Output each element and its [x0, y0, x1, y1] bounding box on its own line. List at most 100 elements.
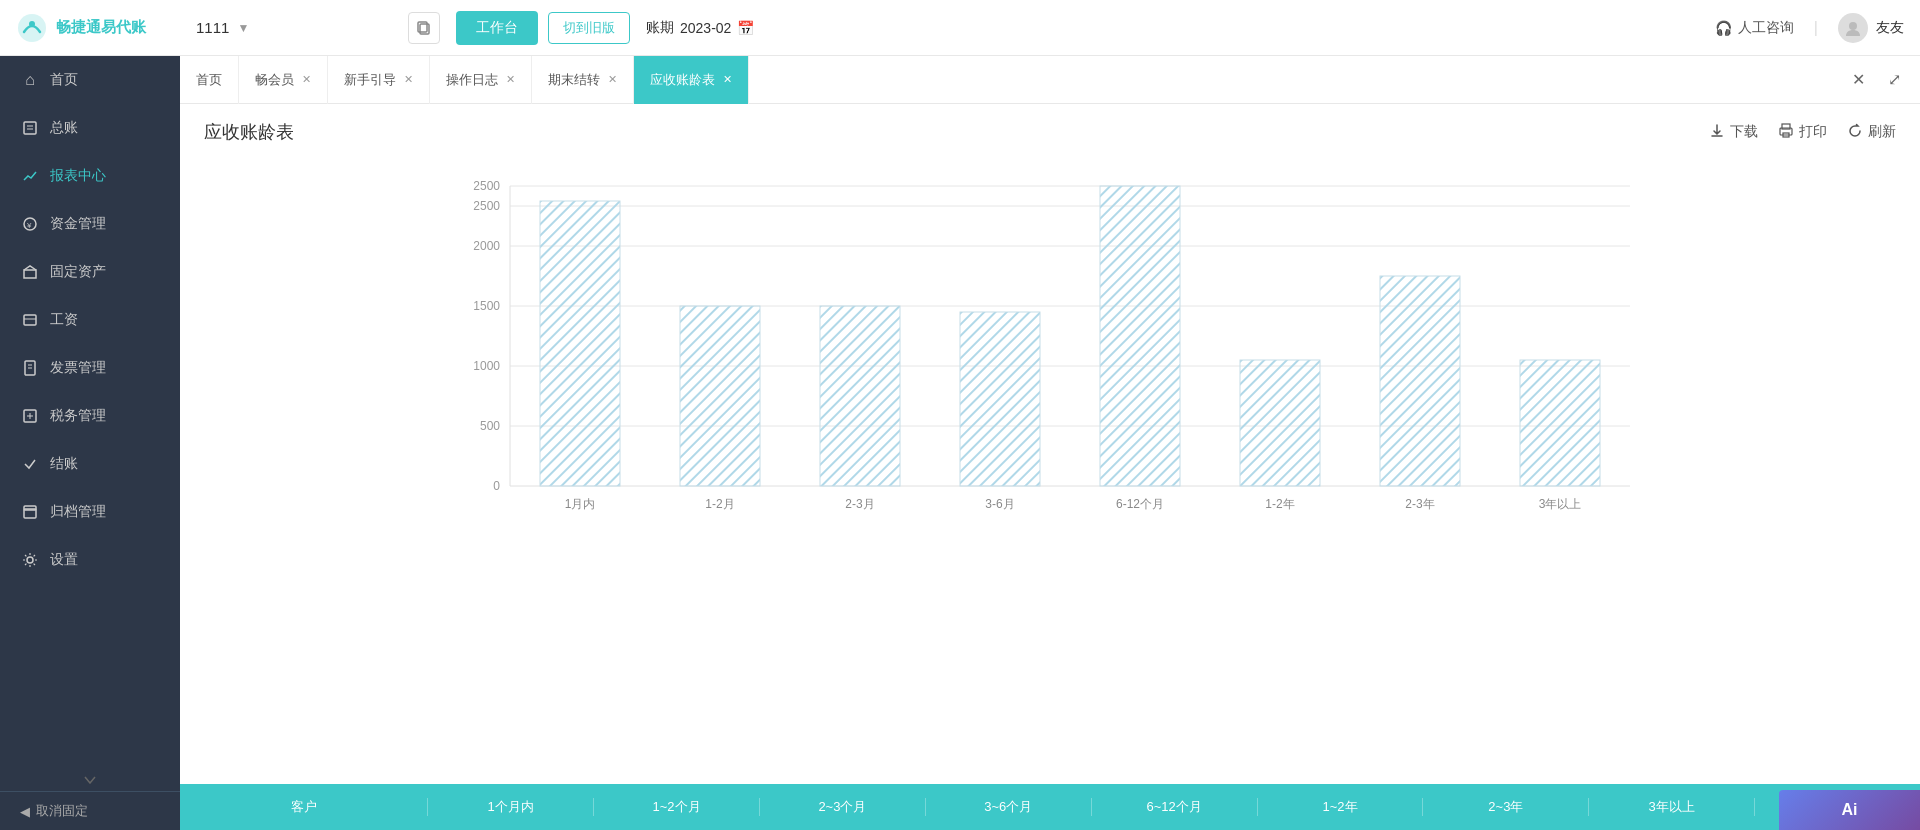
svg-text:2-3年: 2-3年 [1405, 497, 1434, 511]
sidebar-item-label: 工资 [50, 311, 78, 329]
th-6-12month: 6~12个月 [1092, 798, 1258, 816]
divider: | [1814, 19, 1818, 37]
th-1-2month: 1~2个月 [594, 798, 760, 816]
sidebar-item-invoice[interactable]: 发票管理 [0, 344, 180, 392]
sidebar-scroll-down[interactable] [0, 769, 180, 791]
switch-version-button[interactable]: 切到旧版 [548, 12, 630, 44]
header-right: 🎧 人工咨询 | 友友 [1715, 13, 1904, 43]
sidebar-item-label: 设置 [50, 551, 78, 569]
ai-badge[interactable]: Ai [1779, 790, 1920, 830]
svg-rect-41 [540, 201, 620, 486]
pin-icon: ◀ [20, 804, 30, 819]
salary-icon [20, 310, 40, 330]
user-avatar [1838, 13, 1868, 43]
consultation-label: 人工咨询 [1738, 19, 1794, 37]
svg-text:2500: 2500 [473, 179, 500, 193]
svg-rect-43 [680, 306, 760, 486]
sidebar-item-archive[interactable]: 归档管理 [0, 488, 180, 536]
consultation-button[interactable]: 🎧 人工咨询 [1715, 19, 1794, 37]
print-button[interactable]: 打印 [1778, 123, 1827, 142]
svg-text:3年以上: 3年以上 [1539, 497, 1582, 511]
sidebar-item-assets[interactable]: 固定资产 [0, 248, 180, 296]
sidebar-item-funds[interactable]: ¥ 资金管理 [0, 200, 180, 248]
main-layout: ⌂ 首页 总账 报表中心 ¥ 资金管理 [0, 56, 1920, 830]
sidebar-item-label: 资金管理 [50, 215, 106, 233]
user-area[interactable]: 友友 [1838, 13, 1904, 43]
sidebar-scroll: ⌂ 首页 总账 报表中心 ¥ 资金管理 [0, 56, 180, 769]
page-content: 应收账龄表 下载 打印 [180, 104, 1920, 830]
tax-icon [20, 406, 40, 426]
svg-point-4 [1849, 22, 1857, 30]
th-2-3month: 2~3个月 [760, 798, 926, 816]
invoice-icon [20, 358, 40, 378]
svg-rect-51 [1240, 360, 1320, 486]
company-name: 1111 [196, 19, 229, 36]
tab-close-oplog[interactable]: ✕ [506, 73, 515, 86]
tab-label: 首页 [196, 71, 222, 89]
tabs-bar: 首页 畅会员 ✕ 新手引导 ✕ 操作日志 ✕ 期末结转 ✕ 应收账龄表 ✕ [180, 56, 1920, 104]
svg-text:2-3月: 2-3月 [845, 497, 874, 511]
expand-tab-action[interactable]: ⤢ [1880, 66, 1908, 94]
download-label: 下载 [1730, 123, 1758, 141]
settings-icon [20, 550, 40, 570]
sidebar-item-label: 固定资产 [50, 263, 106, 281]
close-tab-action[interactable]: ✕ [1844, 66, 1872, 94]
svg-rect-45 [820, 306, 900, 486]
th-2-3year: 2~3年 [1423, 798, 1589, 816]
tabs-actions: ✕ ⤢ [1844, 66, 1920, 94]
tab-close-member[interactable]: ✕ [302, 73, 311, 86]
svg-text:1500: 1500 [473, 299, 500, 313]
tab-period-close[interactable]: 期末结转 ✕ [532, 56, 634, 104]
tab-close-aging[interactable]: ✕ [723, 73, 732, 86]
svg-text:¥: ¥ [26, 221, 32, 230]
sidebar-item-reports[interactable]: 报表中心 [0, 152, 180, 200]
period-info: 账期 2023-02 📅 [646, 19, 754, 37]
period-value: 2023-02 [680, 20, 731, 36]
sidebar-item-label: 发票管理 [50, 359, 106, 377]
tab-oplog[interactable]: 操作日志 ✕ [430, 56, 532, 104]
page-actions: 下载 打印 刷新 [1709, 123, 1896, 142]
svg-text:6-12个月: 6-12个月 [1116, 497, 1164, 511]
svg-text:1-2月: 1-2月 [705, 497, 734, 511]
sidebar-item-settings[interactable]: 设置 [0, 536, 180, 584]
svg-text:2000: 2000 [473, 239, 500, 253]
home-icon: ⌂ [20, 70, 40, 90]
sidebar-item-ledger[interactable]: 总账 [0, 104, 180, 152]
sidebar-item-label: 归档管理 [50, 503, 106, 521]
tab-close-period-close[interactable]: ✕ [608, 73, 617, 86]
calendar-icon[interactable]: 📅 [737, 20, 754, 36]
sidebar-item-label: 首页 [50, 71, 78, 89]
tab-home[interactable]: 首页 [180, 56, 239, 104]
user-name: 友友 [1876, 19, 1904, 37]
svg-rect-10 [24, 270, 36, 278]
svg-point-1 [29, 21, 35, 27]
tab-label: 畅会员 [255, 71, 294, 89]
archive-icon [20, 502, 40, 522]
tab-member[interactable]: 畅会员 ✕ [239, 56, 328, 104]
chart-wrapper: 0 500 1000 1500 2000 2500 2500 [204, 166, 1896, 526]
sidebar-item-label: 报表中心 [50, 167, 106, 185]
reports-icon [20, 166, 40, 186]
sidebar-item-label: 税务管理 [50, 407, 106, 425]
logo-text: 畅捷通易代账 [56, 18, 146, 37]
logo-area: 畅捷通易代账 [16, 12, 196, 44]
tab-close-guide[interactable]: ✕ [404, 73, 413, 86]
period-label: 账期 [646, 19, 674, 37]
sidebar-item-label: 结账 [50, 455, 78, 473]
sidebar-item-salary[interactable]: 工资 [0, 296, 180, 344]
sidebar-item-checkout[interactable]: 结账 [0, 440, 180, 488]
th-3year-plus: 3年以上 [1589, 798, 1755, 816]
sidebar-item-tax[interactable]: 税务管理 [0, 392, 180, 440]
company-selector[interactable]: 1111 ▼ [196, 19, 396, 36]
copy-icon-btn[interactable] [408, 12, 440, 44]
cancel-fixed-button[interactable]: ◀ 取消固定 [0, 791, 180, 830]
svg-text:1-2年: 1-2年 [1265, 497, 1294, 511]
sidebar-item-home[interactable]: ⌂ 首页 [0, 56, 180, 104]
workbench-button[interactable]: 工作台 [456, 11, 538, 45]
tab-guide[interactable]: 新手引导 ✕ [328, 56, 430, 104]
checkout-icon [20, 454, 40, 474]
refresh-button[interactable]: 刷新 [1847, 123, 1896, 142]
tab-aging[interactable]: 应收账龄表 ✕ [634, 56, 749, 104]
download-button[interactable]: 下载 [1709, 123, 1758, 142]
print-label: 打印 [1799, 123, 1827, 141]
